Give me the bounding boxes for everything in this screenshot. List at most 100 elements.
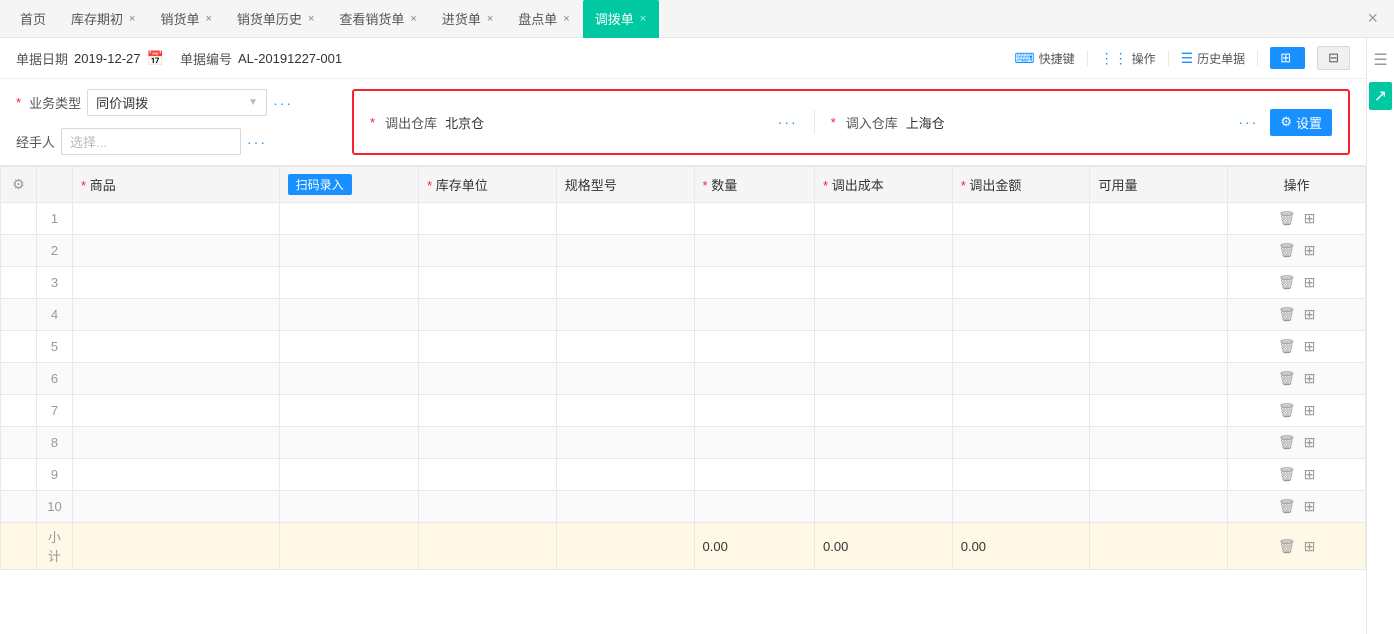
copy-icon[interactable]: ⊞: [1304, 210, 1316, 227]
row-qty-cell[interactable]: [694, 267, 815, 299]
row-cost-cell[interactable]: [815, 427, 953, 459]
sidebar-external-link-icon[interactable]: ↗: [1369, 82, 1392, 110]
row-spec-cell[interactable]: [556, 395, 694, 427]
tab-sales-order[interactable]: 销货单 ×: [148, 0, 224, 38]
row-spec-cell[interactable]: [556, 427, 694, 459]
warehouse-settings-btn[interactable]: ⚙ 设置: [1270, 109, 1332, 136]
row-amount-cell[interactable]: [952, 299, 1090, 331]
operations-btn[interactable]: ⋮⋮ 操作: [1100, 50, 1156, 67]
copy-icon[interactable]: ⊞: [1304, 274, 1316, 291]
row-unit-cell[interactable]: [419, 331, 557, 363]
copy-icon[interactable]: ⊞: [1304, 466, 1316, 483]
copy-icon[interactable]: ⊞: [1304, 498, 1316, 515]
delete-icon[interactable]: 🗑: [1278, 370, 1296, 387]
row-spec-cell[interactable]: [556, 363, 694, 395]
row-qty-cell[interactable]: 0.00: [694, 523, 815, 570]
row-unit-cell[interactable]: [419, 299, 557, 331]
row-qty-cell[interactable]: [694, 299, 815, 331]
copy-icon[interactable]: ⊞: [1304, 370, 1316, 387]
row-spec-cell[interactable]: [556, 235, 694, 267]
row-spec-cell[interactable]: [556, 299, 694, 331]
business-type-more[interactable]: ···: [273, 95, 293, 111]
row-cost-cell[interactable]: [815, 267, 953, 299]
row-avail-cell[interactable]: [1090, 491, 1228, 523]
sidebar-list-icon[interactable]: ☰: [1369, 46, 1391, 74]
handler-input[interactable]: 选择...: [61, 128, 241, 155]
row-product-cell[interactable]: [73, 203, 280, 235]
row-product-cell[interactable]: [73, 331, 280, 363]
row-product-cell[interactable]: [73, 395, 280, 427]
delete-icon[interactable]: 🗑: [1278, 498, 1296, 515]
delete-icon[interactable]: 🗑: [1278, 338, 1296, 355]
row-unit-cell[interactable]: [419, 459, 557, 491]
tab-stocktake[interactable]: 盘点单 ×: [506, 0, 582, 38]
row-avail-cell[interactable]: [1090, 427, 1228, 459]
history-btn[interactable]: ☰ 历史单据: [1181, 50, 1246, 67]
row-spec-cell[interactable]: [556, 331, 694, 363]
row-unit-cell[interactable]: [419, 523, 557, 570]
row-avail-cell[interactable]: [1090, 331, 1228, 363]
close-all-tabs[interactable]: ×: [1359, 8, 1386, 29]
row-product-cell[interactable]: [73, 427, 280, 459]
row-product-cell[interactable]: [73, 235, 280, 267]
tab-view-sales[interactable]: 查看销货单 ×: [327, 0, 429, 38]
row-avail-cell[interactable]: [1090, 235, 1228, 267]
delete-icon[interactable]: 🗑: [1278, 538, 1296, 555]
tab-close-stocktake[interactable]: ×: [563, 13, 569, 25]
row-cost-cell[interactable]: [815, 395, 953, 427]
row-product-cell[interactable]: [73, 523, 280, 570]
row-spec-cell[interactable]: [556, 523, 694, 570]
delete-icon[interactable]: 🗑: [1278, 274, 1296, 291]
row-product-cell[interactable]: [73, 363, 280, 395]
tab-home[interactable]: 首页: [8, 0, 59, 38]
settings-toggle-btn[interactable]: ⊞: [1270, 47, 1305, 69]
row-spec-cell[interactable]: [556, 459, 694, 491]
row-avail-cell[interactable]: [1090, 267, 1228, 299]
row-unit-cell[interactable]: [419, 235, 557, 267]
row-unit-cell[interactable]: [419, 491, 557, 523]
row-avail-cell[interactable]: [1090, 203, 1228, 235]
tab-transfer[interactable]: 调拨单 ×: [583, 0, 659, 38]
tab-close-sales-history[interactable]: ×: [308, 13, 314, 25]
row-avail-cell[interactable]: [1090, 299, 1228, 331]
row-amount-cell[interactable]: [952, 363, 1090, 395]
row-amount-cell[interactable]: [952, 459, 1090, 491]
row-cost-cell[interactable]: [815, 363, 953, 395]
table-settings-icon[interactable]: ⚙: [12, 176, 25, 192]
row-qty-cell[interactable]: [694, 235, 815, 267]
out-warehouse-more[interactable]: ···: [778, 114, 798, 130]
delete-icon[interactable]: 🗑: [1278, 466, 1296, 483]
delete-icon[interactable]: 🗑: [1278, 402, 1296, 419]
row-cost-cell[interactable]: [815, 235, 953, 267]
delete-icon[interactable]: 🗑: [1278, 210, 1296, 227]
row-qty-cell[interactable]: [694, 491, 815, 523]
calendar-icon[interactable]: 📅: [147, 50, 164, 67]
row-avail-cell[interactable]: [1090, 459, 1228, 491]
row-avail-cell[interactable]: [1090, 523, 1228, 570]
row-amount-cell[interactable]: [952, 203, 1090, 235]
row-cost-cell[interactable]: [815, 331, 953, 363]
tab-close-inventory-init[interactable]: ×: [129, 13, 135, 25]
row-unit-cell[interactable]: [419, 363, 557, 395]
tab-sales-history[interactable]: 销货单历史 ×: [225, 0, 327, 38]
tab-close-purchase-order[interactable]: ×: [487, 13, 493, 25]
shortcuts-btn[interactable]: ⌨ 快捷键: [1014, 50, 1074, 67]
tab-purchase-order[interactable]: 进货单 ×: [430, 0, 506, 38]
row-amount-cell[interactable]: [952, 331, 1090, 363]
row-product-cell[interactable]: [73, 267, 280, 299]
delete-icon[interactable]: 🗑: [1278, 306, 1296, 323]
row-avail-cell[interactable]: [1090, 395, 1228, 427]
row-avail-cell[interactable]: [1090, 363, 1228, 395]
row-unit-cell[interactable]: [419, 427, 557, 459]
business-type-input[interactable]: 同价调拨 ▼: [87, 89, 267, 116]
row-cost-cell[interactable]: [815, 203, 953, 235]
copy-icon[interactable]: ⊞: [1304, 402, 1316, 419]
row-product-cell[interactable]: [73, 459, 280, 491]
row-cost-cell[interactable]: [815, 459, 953, 491]
layout-btn[interactable]: ⊟: [1317, 46, 1350, 70]
row-spec-cell[interactable]: [556, 267, 694, 299]
row-cost-cell[interactable]: 0.00: [815, 523, 953, 570]
copy-icon[interactable]: ⊞: [1304, 434, 1316, 451]
row-unit-cell[interactable]: [419, 395, 557, 427]
copy-icon[interactable]: ⊞: [1304, 338, 1316, 355]
